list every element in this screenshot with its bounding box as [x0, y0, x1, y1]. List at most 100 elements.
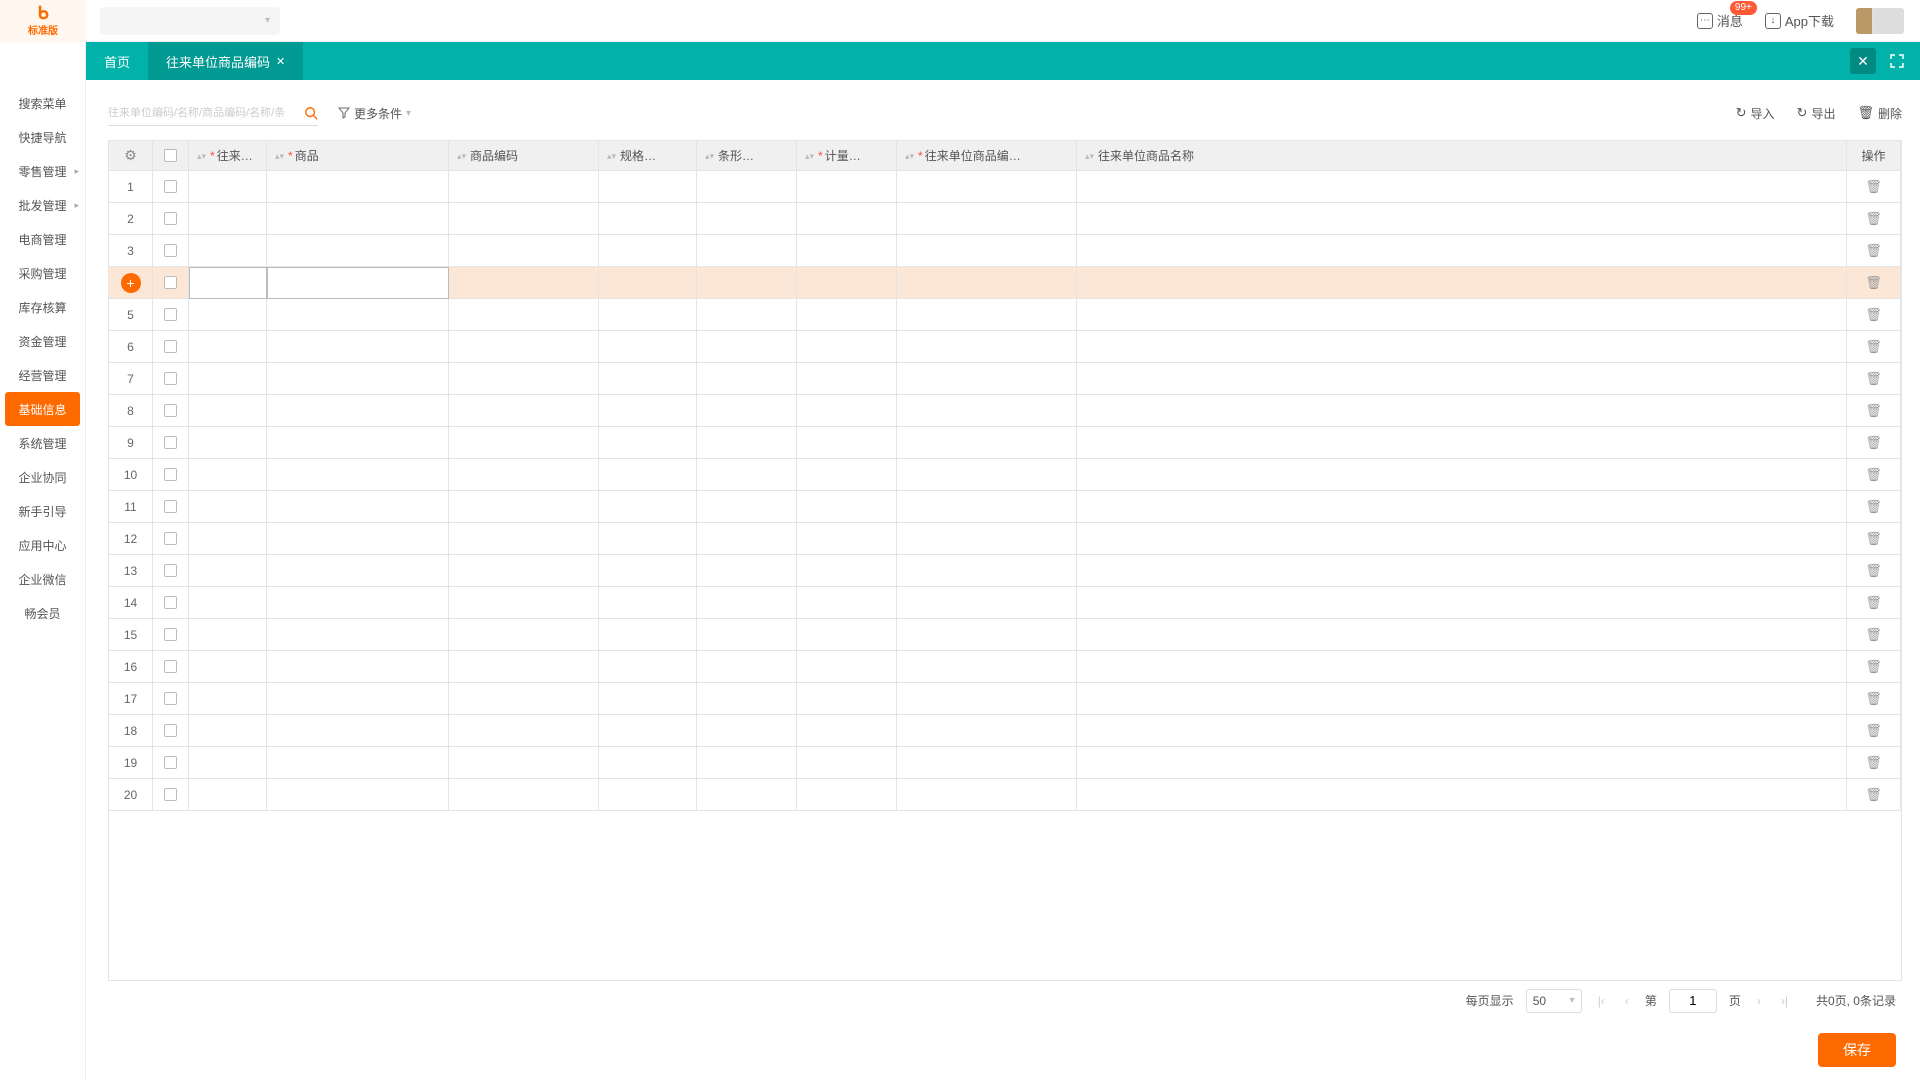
sidebar-item-2[interactable]: 零售管理▸: [0, 154, 85, 188]
row-checkbox[interactable]: [164, 660, 177, 673]
add-row-button[interactable]: +: [121, 273, 141, 293]
table-row[interactable]: 6🗑: [109, 331, 1901, 363]
table-row[interactable]: 14🗑: [109, 587, 1901, 619]
cell[interactable]: [599, 235, 697, 267]
cell[interactable]: [599, 779, 697, 811]
trash-icon[interactable]: 🗑: [1865, 787, 1882, 803]
cell[interactable]: [797, 203, 897, 235]
cell[interactable]: [189, 491, 267, 523]
cell[interactable]: [797, 683, 897, 715]
cell[interactable]: [599, 267, 697, 299]
sidebar-item-6[interactable]: 库存核算: [0, 290, 85, 324]
trash-icon[interactable]: 🗑: [1865, 691, 1882, 707]
cell[interactable]: [449, 587, 599, 619]
cell[interactable]: [697, 267, 797, 299]
cell[interactable]: [697, 171, 797, 203]
table-row[interactable]: 18🗑: [109, 715, 1901, 747]
cell[interactable]: [797, 555, 897, 587]
cell[interactable]: [267, 235, 449, 267]
cell[interactable]: [697, 747, 797, 779]
row-checkbox[interactable]: [164, 468, 177, 481]
cell[interactable]: [1077, 619, 1847, 651]
sidebar-item-5[interactable]: 采购管理: [0, 256, 85, 290]
table-row[interactable]: 12🗑: [109, 523, 1901, 555]
checkbox-all[interactable]: [164, 149, 177, 162]
cell[interactable]: [189, 459, 267, 491]
cell[interactable]: [189, 651, 267, 683]
column-product[interactable]: ▴▾*商品: [267, 141, 449, 171]
cell[interactable]: [797, 715, 897, 747]
table-row[interactable]: 17🗑: [109, 683, 1901, 715]
page-last-button[interactable]: ›|: [1777, 994, 1792, 1008]
cell[interactable]: [599, 363, 697, 395]
trash-icon[interactable]: 🗑: [1865, 531, 1882, 547]
cell[interactable]: [1077, 651, 1847, 683]
cell[interactable]: [897, 715, 1077, 747]
cell[interactable]: [797, 459, 897, 491]
cell[interactable]: [189, 715, 267, 747]
cell[interactable]: [267, 683, 449, 715]
cell[interactable]: [189, 171, 267, 203]
cell[interactable]: [697, 619, 797, 651]
cell[interactable]: [897, 267, 1077, 299]
cell[interactable]: [267, 715, 449, 747]
cell[interactable]: [897, 363, 1077, 395]
table-row[interactable]: 13🗑: [109, 555, 1901, 587]
sidebar-item-3[interactable]: 批发管理▸: [0, 188, 85, 222]
column-partner[interactable]: ▴▾*往来…: [189, 141, 267, 171]
cell[interactable]: [1077, 715, 1847, 747]
table-row[interactable]: 11🗑: [109, 491, 1901, 523]
cell[interactable]: [697, 555, 797, 587]
cell[interactable]: [267, 747, 449, 779]
trash-icon[interactable]: 🗑: [1865, 627, 1882, 643]
cell[interactable]: [797, 235, 897, 267]
cell[interactable]: [267, 779, 449, 811]
cell[interactable]: [449, 683, 599, 715]
cell[interactable]: [797, 491, 897, 523]
cell[interactable]: [599, 171, 697, 203]
cell[interactable]: [189, 587, 267, 619]
cell[interactable]: [1077, 395, 1847, 427]
page-first-button[interactable]: |‹: [1594, 994, 1609, 1008]
cell[interactable]: [267, 651, 449, 683]
trash-icon[interactable]: 🗑: [1865, 499, 1882, 515]
table-row[interactable]: +🗑: [109, 267, 1901, 299]
cell[interactable]: [189, 555, 267, 587]
import-button[interactable]: ↻ 导入: [1736, 105, 1775, 122]
table-row[interactable]: 2🗑: [109, 203, 1901, 235]
cell[interactable]: [697, 523, 797, 555]
cell[interactable]: [1077, 331, 1847, 363]
cell[interactable]: [599, 459, 697, 491]
cell[interactable]: [697, 651, 797, 683]
cell[interactable]: [1077, 491, 1847, 523]
row-checkbox[interactable]: [164, 500, 177, 513]
cell[interactable]: [697, 779, 797, 811]
cell[interactable]: [449, 619, 599, 651]
cell[interactable]: [1077, 171, 1847, 203]
cell[interactable]: [267, 523, 449, 555]
cell[interactable]: [449, 651, 599, 683]
cell[interactable]: [189, 331, 267, 363]
cell[interactable]: [599, 651, 697, 683]
trash-icon[interactable]: 🗑: [1865, 595, 1882, 611]
row-checkbox[interactable]: [164, 788, 177, 801]
cell[interactable]: [267, 331, 449, 363]
trash-icon[interactable]: 🗑: [1865, 467, 1882, 483]
export-button[interactable]: ↻ 导出: [1797, 105, 1836, 122]
cell[interactable]: [267, 427, 449, 459]
cell[interactable]: [599, 331, 697, 363]
cell[interactable]: [449, 491, 599, 523]
trash-icon[interactable]: 🗑: [1865, 371, 1882, 387]
table-row[interactable]: 1🗑: [109, 171, 1901, 203]
cell[interactable]: [1077, 427, 1847, 459]
cell[interactable]: [1077, 299, 1847, 331]
column-partner-name[interactable]: ▴▾往来单位商品名称: [1077, 141, 1847, 171]
trash-icon[interactable]: 🗑: [1865, 435, 1882, 451]
column-unit[interactable]: ▴▾*计量…: [797, 141, 897, 171]
trash-icon[interactable]: 🗑: [1865, 339, 1882, 355]
cell[interactable]: [267, 299, 449, 331]
trash-icon[interactable]: 🗑: [1865, 403, 1882, 419]
page-input[interactable]: [1669, 989, 1717, 1013]
table-row[interactable]: 10🗑: [109, 459, 1901, 491]
search-input[interactable]: [108, 107, 300, 119]
